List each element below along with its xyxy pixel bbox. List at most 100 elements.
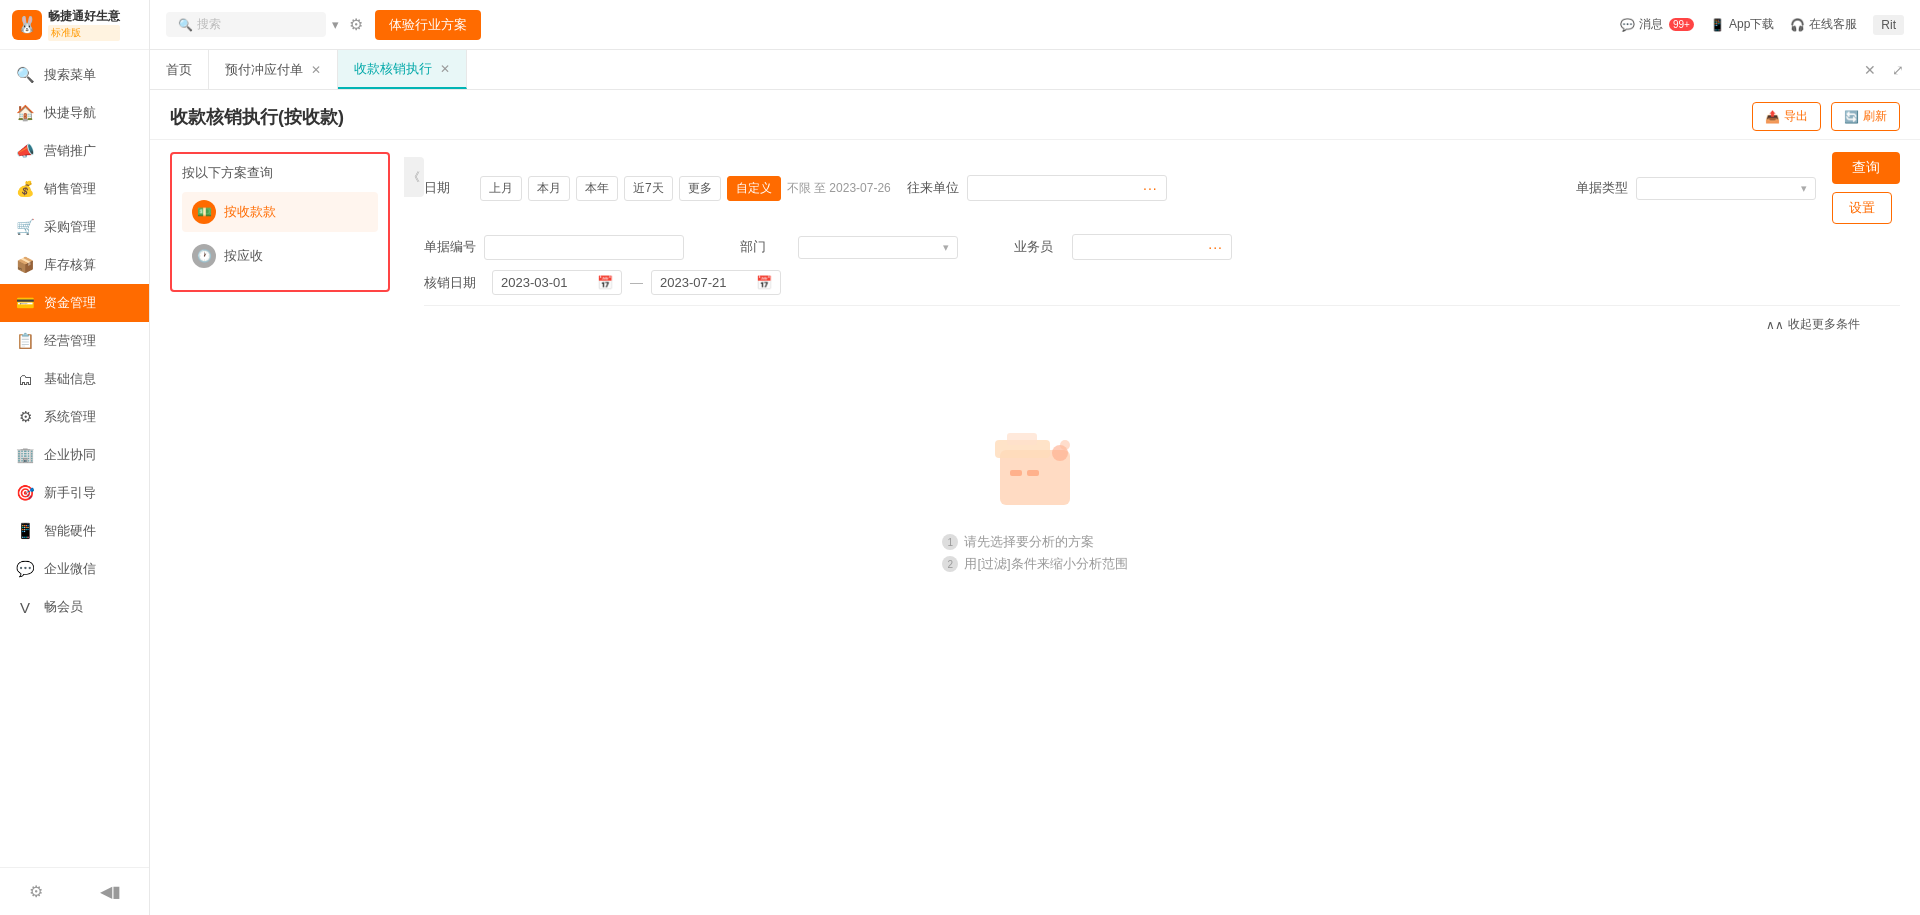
svg-rect-5	[1010, 470, 1022, 476]
dept-arrow-icon: ▾	[943, 241, 949, 254]
hardware-icon: 📱	[16, 522, 34, 540]
sidebar-label-funds: 资金管理	[44, 294, 96, 312]
sidebar-bottom: ⚙ ◀▮	[0, 867, 149, 915]
marketing-icon: 📣	[16, 142, 34, 160]
user-area[interactable]: Rit	[1873, 15, 1904, 35]
sidebar-item-inventory[interactable]: 📦库存核算	[0, 246, 149, 284]
filter-option-by-collection[interactable]: 💵 按收款款	[182, 192, 378, 232]
doc-no-label: 单据编号	[424, 238, 476, 256]
tab-close-all-icon[interactable]: ✕	[1860, 58, 1880, 82]
topbar-search-area: 🔍 搜索 ▾ ⚙ 体验行业方案	[166, 10, 1620, 40]
sidebar-item-search[interactable]: 🔍搜索菜单	[0, 56, 149, 94]
tab-expand-icon[interactable]: ⤢	[1888, 58, 1908, 82]
date-separator: —	[630, 275, 643, 290]
filter-cell-date: 日期 上月 本月 本年 近7天 更多 自定义 不限 至 2023-07-26	[424, 176, 891, 201]
empty-svg	[975, 415, 1095, 515]
sidebar-label-enterprise: 企业协同	[44, 446, 96, 464]
date-btn-more[interactable]: 更多	[679, 176, 721, 201]
collapse-sidebar-icon[interactable]: ◀▮	[94, 876, 127, 907]
logo-icon: 🐰	[12, 10, 42, 40]
tab-collection[interactable]: 收款核销执行 ✕	[338, 50, 467, 89]
industry-btn[interactable]: 体验行业方案	[375, 10, 481, 40]
sidebar-item-operations[interactable]: 📋经营管理	[0, 322, 149, 360]
doc-type-arrow-icon: ▾	[1801, 182, 1807, 195]
doc-no-input[interactable]	[484, 235, 684, 260]
page-header-actions: 📤 导出 🔄 刷新	[1752, 102, 1900, 131]
sidebar-item-wechat[interactable]: 💬 企业微信	[0, 550, 149, 588]
online-service-item[interactable]: 🎧 在线客服	[1790, 16, 1857, 33]
sidebar-item-sales[interactable]: 💰销售管理	[0, 170, 149, 208]
query-action-area: 查询 设置	[1832, 152, 1900, 224]
svg-point-4	[1060, 440, 1070, 450]
sidebar-item-shortcut[interactable]: 🏠快捷导航	[0, 94, 149, 132]
date-btn-last-month[interactable]: 上月	[480, 176, 522, 201]
date-btn-7days[interactable]: 近7天	[624, 176, 673, 201]
sidebar-item-hardware[interactable]: 📱智能硬件	[0, 512, 149, 550]
query-button[interactable]: 查询	[1832, 152, 1900, 184]
message-item[interactable]: 💬 消息 99+	[1620, 16, 1694, 33]
topbar-right: 💬 消息 99+ 📱 App下载 🎧 在线客服 Rit	[1620, 15, 1904, 35]
settings-icon[interactable]: ⚙	[23, 876, 49, 907]
page-container: 收款核销执行(按收款) 📤 导出 🔄 刷新 按以下	[150, 90, 1920, 915]
date-btn-this-month[interactable]: 本月	[528, 176, 570, 201]
staff-label: 业务员	[1014, 238, 1064, 256]
sidebar-item-enterprise[interactable]: 🏢企业协同	[0, 436, 149, 474]
collapse-up-icon: ∧∧	[1766, 318, 1784, 332]
verify-date-start-input[interactable]	[501, 275, 591, 290]
collapse-panel-btn[interactable]: 《	[404, 157, 424, 197]
filter-panel-title: 按以下方案查询	[182, 164, 378, 182]
refresh-button[interactable]: 🔄 刷新	[1831, 102, 1900, 131]
sidebar-item-basic[interactable]: 🗂基础信息	[0, 360, 149, 398]
app-download-item[interactable]: 📱 App下载	[1710, 16, 1774, 33]
sidebar-item-member[interactable]: V畅会员	[0, 588, 149, 626]
collapse-more-btn[interactable]: ∧∧ 收起更多条件	[1746, 312, 1880, 337]
sidebar-item-funds[interactable]: 💳资金管理	[0, 284, 149, 322]
filter-area: 按以下方案查询 💵 按收款款 🕐 按应收 《	[150, 140, 1920, 355]
purchase-icon: 🛒	[16, 218, 34, 236]
date-btn-custom[interactable]: 自定义	[727, 176, 781, 201]
dept-select[interactable]: ▾	[798, 236, 958, 259]
search-icon: 🔍	[16, 66, 34, 84]
sidebar-item-system[interactable]: ⚙系统管理	[0, 398, 149, 436]
date-btn-this-year[interactable]: 本年	[576, 176, 618, 201]
sidebar-label-shortcut: 快捷导航	[44, 104, 96, 122]
tab-close-collection[interactable]: ✕	[440, 62, 450, 76]
sidebar-item-guide[interactable]: 🎯新手引导	[0, 474, 149, 512]
calendar-start-icon[interactable]: 📅	[597, 275, 613, 290]
wechat-icon: 💬	[16, 560, 34, 578]
empty-illustration	[975, 415, 1095, 515]
staff-dots-icon: ···	[1208, 239, 1223, 255]
calendar-end-icon[interactable]: 📅	[756, 275, 772, 290]
verify-date-end-input[interactable]	[660, 275, 750, 290]
tab-close-prepay[interactable]: ✕	[311, 63, 321, 77]
sidebar-label-wechat: 企业微信	[44, 560, 96, 578]
page-title: 收款核销执行(按收款)	[170, 105, 344, 129]
doc-type-label: 单据类型	[1576, 179, 1628, 197]
tab-home[interactable]: 首页	[150, 50, 209, 89]
svg-rect-2	[1007, 433, 1037, 445]
system-icon: ⚙	[16, 408, 34, 426]
collection-icon: 💵	[192, 200, 216, 224]
topbar: 🔍 搜索 ▾ ⚙ 体验行业方案 💬 消息 99+ 📱 App下载 🎧 在线客服 …	[150, 0, 1920, 50]
verify-date-start-box[interactable]: 📅	[492, 270, 622, 295]
search-icon: 🔍	[178, 18, 193, 32]
topbar-dropdown-icon[interactable]: ▾	[332, 17, 339, 32]
topbar-search-box[interactable]: 🔍 搜索	[166, 12, 326, 37]
topbar-gear-icon[interactable]: ⚙	[349, 15, 363, 34]
counterparty-select[interactable]: ···	[967, 175, 1167, 201]
doc-type-select[interactable]: ▾	[1636, 177, 1816, 200]
export-button[interactable]: 📤 导出	[1752, 102, 1821, 131]
sidebar-item-marketing[interactable]: 📣营销推广	[0, 132, 149, 170]
staff-select[interactable]: ···	[1072, 234, 1232, 260]
counterparty-dots-icon: ···	[1143, 180, 1158, 196]
page-header: 收款核销执行(按收款) 📤 导出 🔄 刷新	[150, 90, 1920, 140]
verify-date-label: 核销日期	[424, 274, 476, 292]
settings-button[interactable]: 设置	[1832, 192, 1892, 224]
verify-date-end-box[interactable]: 📅	[651, 270, 781, 295]
sidebar-item-purchase[interactable]: 🛒采购管理	[0, 208, 149, 246]
filter-option-by-receivable[interactable]: 🕐 按应收	[182, 236, 378, 276]
sidebar-label-operations: 经营管理	[44, 332, 96, 350]
more-conditions-row: ∧∧ 收起更多条件	[424, 305, 1900, 343]
receivable-icon: 🕐	[192, 244, 216, 268]
tab-prepay[interactable]: 预付冲应付单 ✕	[209, 50, 338, 89]
